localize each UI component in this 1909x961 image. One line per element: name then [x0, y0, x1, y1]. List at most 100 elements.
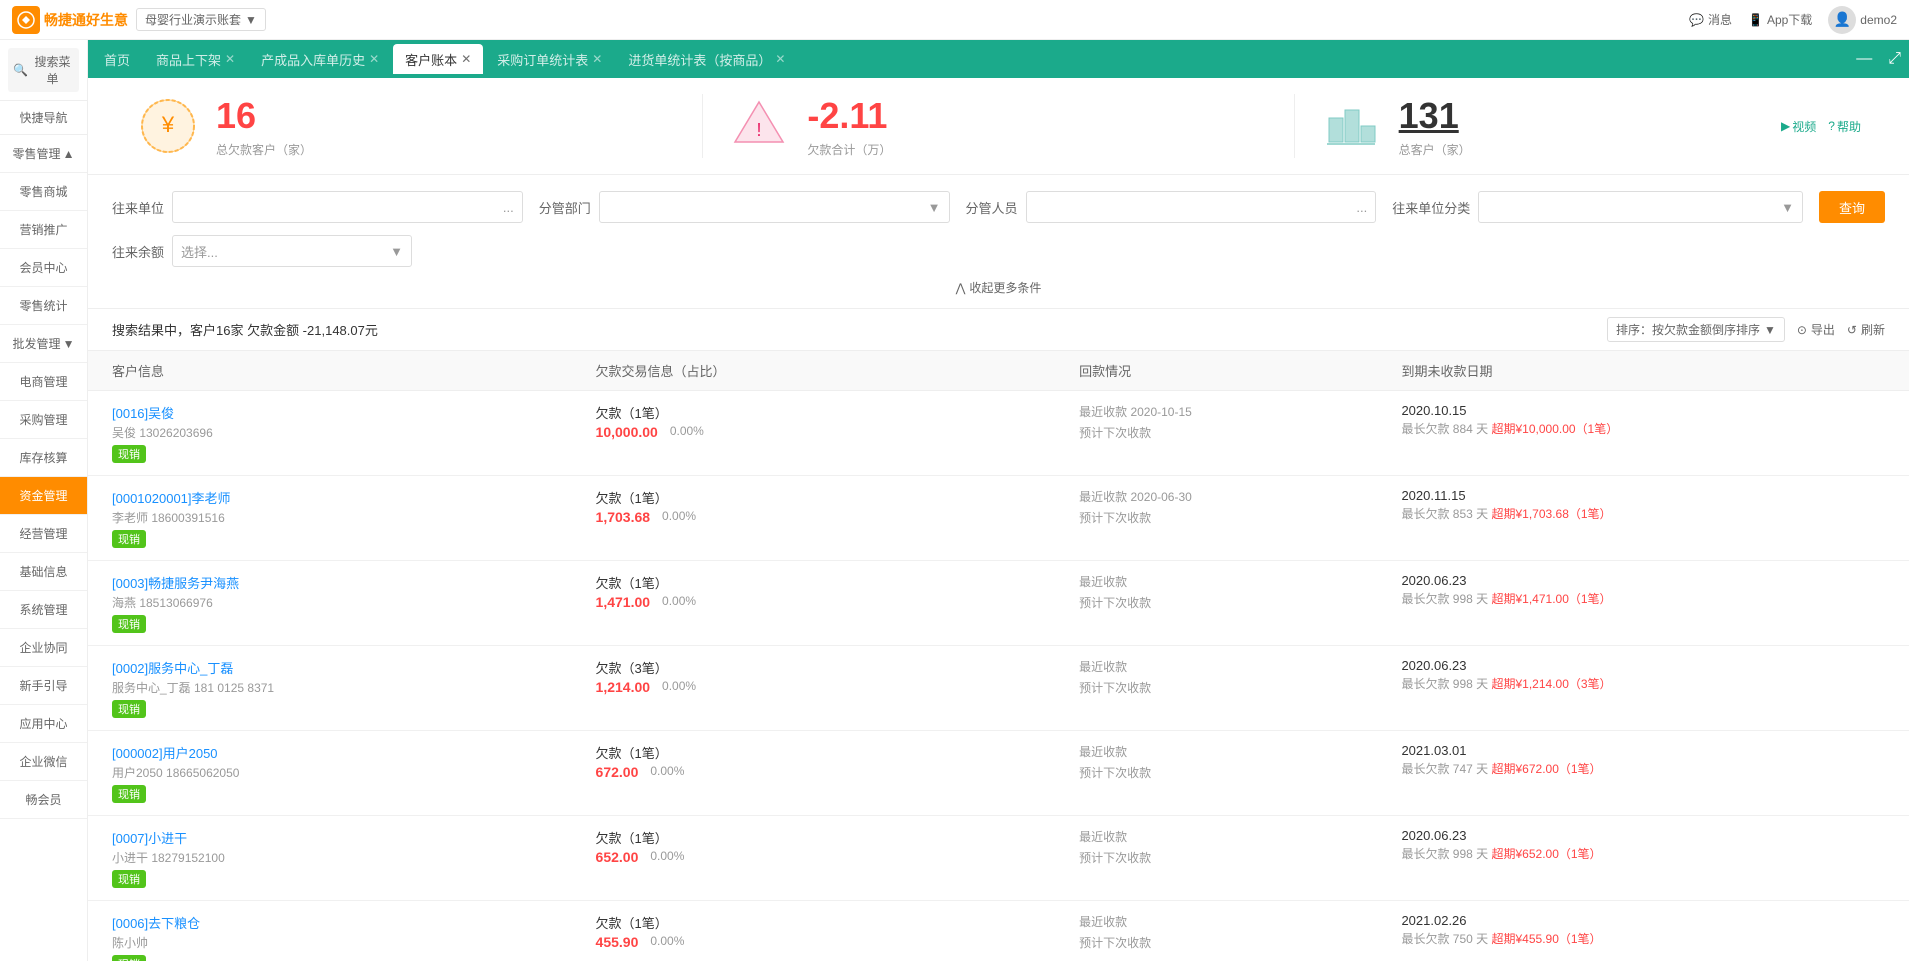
- debt-pct: 0.00%: [662, 594, 696, 608]
- branch-dept-select[interactable]: ▼: [599, 191, 950, 223]
- logo-icon: [12, 6, 40, 34]
- stat-card-links: ▶ 视频 ? 帮助: [1781, 118, 1861, 135]
- customer-name[interactable]: [0016]吴俊: [112, 403, 596, 422]
- overdue-link[interactable]: 超期¥1,703.68（1笔）: [1492, 507, 1612, 521]
- tab-fullscreen-btn[interactable]: ⤢: [1884, 50, 1905, 68]
- sidebar-item-chang-member[interactable]: 畅会员: [0, 781, 87, 819]
- next-collect: 预计下次收款: [1079, 934, 1401, 951]
- sidebar-item-app-center[interactable]: 应用中心: [0, 705, 87, 743]
- debt-count: 欠款（1笔）: [596, 573, 1080, 592]
- recovery-cell: 最近收款 预计下次收款: [1079, 913, 1401, 951]
- sort-label: 排序：按欠款金额倒序排序: [1616, 321, 1760, 338]
- sort-select[interactable]: 排序：按欠款金额倒序排序 ▼: [1607, 317, 1785, 342]
- debt-info-cell: 欠款（1笔） 652.00 0.00%: [596, 828, 1080, 865]
- search-btn[interactable]: 查询: [1819, 191, 1885, 223]
- overdue-link[interactable]: 超期¥672.00（1笔）: [1492, 762, 1602, 776]
- from-unit-type-select[interactable]: ▼: [1478, 191, 1803, 223]
- debt-amount: 455.90: [596, 934, 639, 950]
- customer-sub: 海燕 18513066976: [112, 594, 596, 611]
- customer-tag: 现销: [112, 955, 146, 961]
- user-avatar-btn[interactable]: 👤 demo2: [1828, 6, 1897, 34]
- sidebar-item-enterprise-wechat[interactable]: 企业微信: [0, 743, 87, 781]
- sidebar-item-inventory[interactable]: 库存核算: [0, 439, 87, 477]
- tab-close-product-listing[interactable]: ✕: [225, 52, 235, 66]
- sidebar-item-ecommerce[interactable]: 电商管理: [0, 363, 87, 401]
- debt-info-cell: 欠款（1笔） 1,471.00 0.00%: [596, 573, 1080, 610]
- sidebar-item-retail-mall[interactable]: 零售商城: [0, 173, 87, 211]
- svg-text:¥: ¥: [161, 112, 175, 137]
- tab-close-inventory-history[interactable]: ✕: [369, 52, 379, 66]
- tab-close-purchase-stats[interactable]: ✕: [592, 52, 602, 66]
- col-recovery: 回款情况: [1079, 361, 1401, 380]
- messages-btn[interactable]: 💬 消息: [1689, 11, 1732, 28]
- sidebar-item-retail-stats[interactable]: 零售统计: [0, 287, 87, 325]
- tab-minimize-btn[interactable]: —: [1852, 50, 1876, 68]
- sidebar-item-purchase[interactable]: 采购管理: [0, 401, 87, 439]
- due-date-cell: 2020.06.23 最长欠款 998 天 超期¥652.00（1笔）: [1401, 828, 1885, 862]
- tab-close-customer-ledger[interactable]: ✕: [461, 52, 471, 66]
- recovery-cell: 最近收款 预计下次收款: [1079, 573, 1401, 611]
- search-icon: 🔍: [13, 63, 28, 77]
- stat-card-debt-customers: ¥ 16 总欠款客户（家）: [112, 94, 703, 158]
- overdue-link[interactable]: 超期¥1,471.00（1笔）: [1492, 592, 1612, 606]
- export-btn[interactable]: ⊙ 导出: [1797, 321, 1835, 338]
- tab-product-listing[interactable]: 商品上下架 ✕: [144, 44, 247, 74]
- col-debt-info: 欠款交易信息（占比）: [596, 361, 1080, 380]
- customer-name[interactable]: [000002]用户2050: [112, 743, 596, 762]
- next-collect: 预计下次收款: [1079, 764, 1401, 781]
- overdue-info: 最长欠款 998 天 超期¥1,214.00（3笔）: [1401, 675, 1885, 692]
- tab-inbound-stats[interactable]: 进货单统计表（按商品） ✕: [616, 44, 797, 74]
- balance-select[interactable]: 选择... ▼: [172, 235, 412, 267]
- customer-name[interactable]: [0001020001]李老师: [112, 488, 596, 507]
- debt-info-cell: 欠款（3笔） 1,214.00 0.00%: [596, 658, 1080, 695]
- overdue-link[interactable]: 超期¥455.90（1笔）: [1492, 932, 1602, 946]
- customer-info-cell: [0001020001]李老师 李老师 18600391516 现销: [112, 488, 596, 548]
- sidebar-item-operations[interactable]: 经营管理: [0, 515, 87, 553]
- branch-person-input[interactable]: ...: [1026, 191, 1377, 223]
- customer-name[interactable]: [0006]去下粮仓: [112, 913, 596, 932]
- help-link[interactable]: ? 帮助: [1828, 118, 1861, 135]
- due-date-cell: 2021.03.01 最长欠款 747 天 超期¥672.00（1笔）: [1401, 743, 1885, 777]
- app-download-btn[interactable]: 📱 App下载: [1748, 11, 1812, 28]
- tab-close-inbound-stats[interactable]: ✕: [775, 52, 785, 66]
- tab-inventory-history[interactable]: 产成品入库单历史 ✕: [249, 44, 391, 74]
- sidebar-item-basic-info[interactable]: 基础信息: [0, 553, 87, 591]
- from-unit-type-arrow: ▼: [1781, 200, 1794, 215]
- tab-purchase-stats[interactable]: 采购订单统计表 ✕: [485, 44, 614, 74]
- sidebar-item-member[interactable]: 会员中心: [0, 249, 87, 287]
- sidebar-item-retail-mgmt[interactable]: 零售管理 ▲: [0, 135, 87, 173]
- tab-home[interactable]: 首页: [92, 44, 142, 74]
- tab-customer-ledger[interactable]: 客户账本 ✕: [393, 44, 483, 74]
- page-content: ¥ 16 总欠款客户（家）: [88, 78, 1909, 961]
- overdue-link[interactable]: 超期¥652.00（1笔）: [1492, 847, 1602, 861]
- refresh-btn[interactable]: ↺ 刷新: [1847, 321, 1885, 338]
- branch-person-label: 分管人员: [966, 198, 1018, 217]
- message-icon: 💬: [1689, 13, 1704, 27]
- store-name: 母婴行业演示账套: [145, 11, 241, 28]
- due-date: 2020.10.15: [1401, 403, 1885, 418]
- overdue-link[interactable]: 超期¥10,000.00（1笔）: [1492, 422, 1619, 436]
- tab-bar-right: — ⤢: [1852, 50, 1905, 68]
- overdue-info: 最长欠款 884 天 超期¥10,000.00（1笔）: [1401, 420, 1885, 437]
- results-summary: 搜索结果中，客户16家 欠款金额 -21,148.07元: [112, 320, 378, 339]
- sidebar-item-wholesale-mgmt[interactable]: 批发管理 ▼: [0, 325, 87, 363]
- due-date-cell: 2020.10.15 最长欠款 884 天 超期¥10,000.00（1笔）: [1401, 403, 1885, 437]
- filter-branch-person: 分管人员 ...: [966, 191, 1377, 223]
- customer-name[interactable]: [0002]服务中心_丁磊: [112, 658, 596, 677]
- sidebar-item-newbie[interactable]: 新手引导: [0, 667, 87, 705]
- sidebar-item-collab[interactable]: 企业协同: [0, 629, 87, 667]
- debt-count: 欠款（3笔）: [596, 658, 1080, 677]
- store-selector[interactable]: 母婴行业演示账套 ▼: [136, 8, 266, 31]
- search-menu-btn[interactable]: 🔍 搜索菜单: [8, 48, 79, 92]
- recovery-cell: 最近收款 预计下次收款: [1079, 828, 1401, 866]
- customer-name[interactable]: [0007]小进干: [112, 828, 596, 847]
- sidebar-item-marketing[interactable]: 营销推广: [0, 211, 87, 249]
- overdue-link[interactable]: 超期¥1,214.00（3笔）: [1492, 677, 1612, 691]
- sidebar-item-system[interactable]: 系统管理: [0, 591, 87, 629]
- from-unit-input[interactable]: ...: [172, 191, 523, 223]
- collapse-row[interactable]: ⋀ 收起更多条件: [112, 275, 1885, 300]
- customer-name[interactable]: [0003]畅捷服务尹海燕: [112, 573, 596, 592]
- sidebar-item-finance[interactable]: 资金管理: [0, 477, 87, 515]
- results-bar: 搜索结果中，客户16家 欠款金额 -21,148.07元 排序：按欠款金额倒序排…: [88, 309, 1909, 351]
- video-link[interactable]: ▶ 视频: [1781, 118, 1816, 135]
